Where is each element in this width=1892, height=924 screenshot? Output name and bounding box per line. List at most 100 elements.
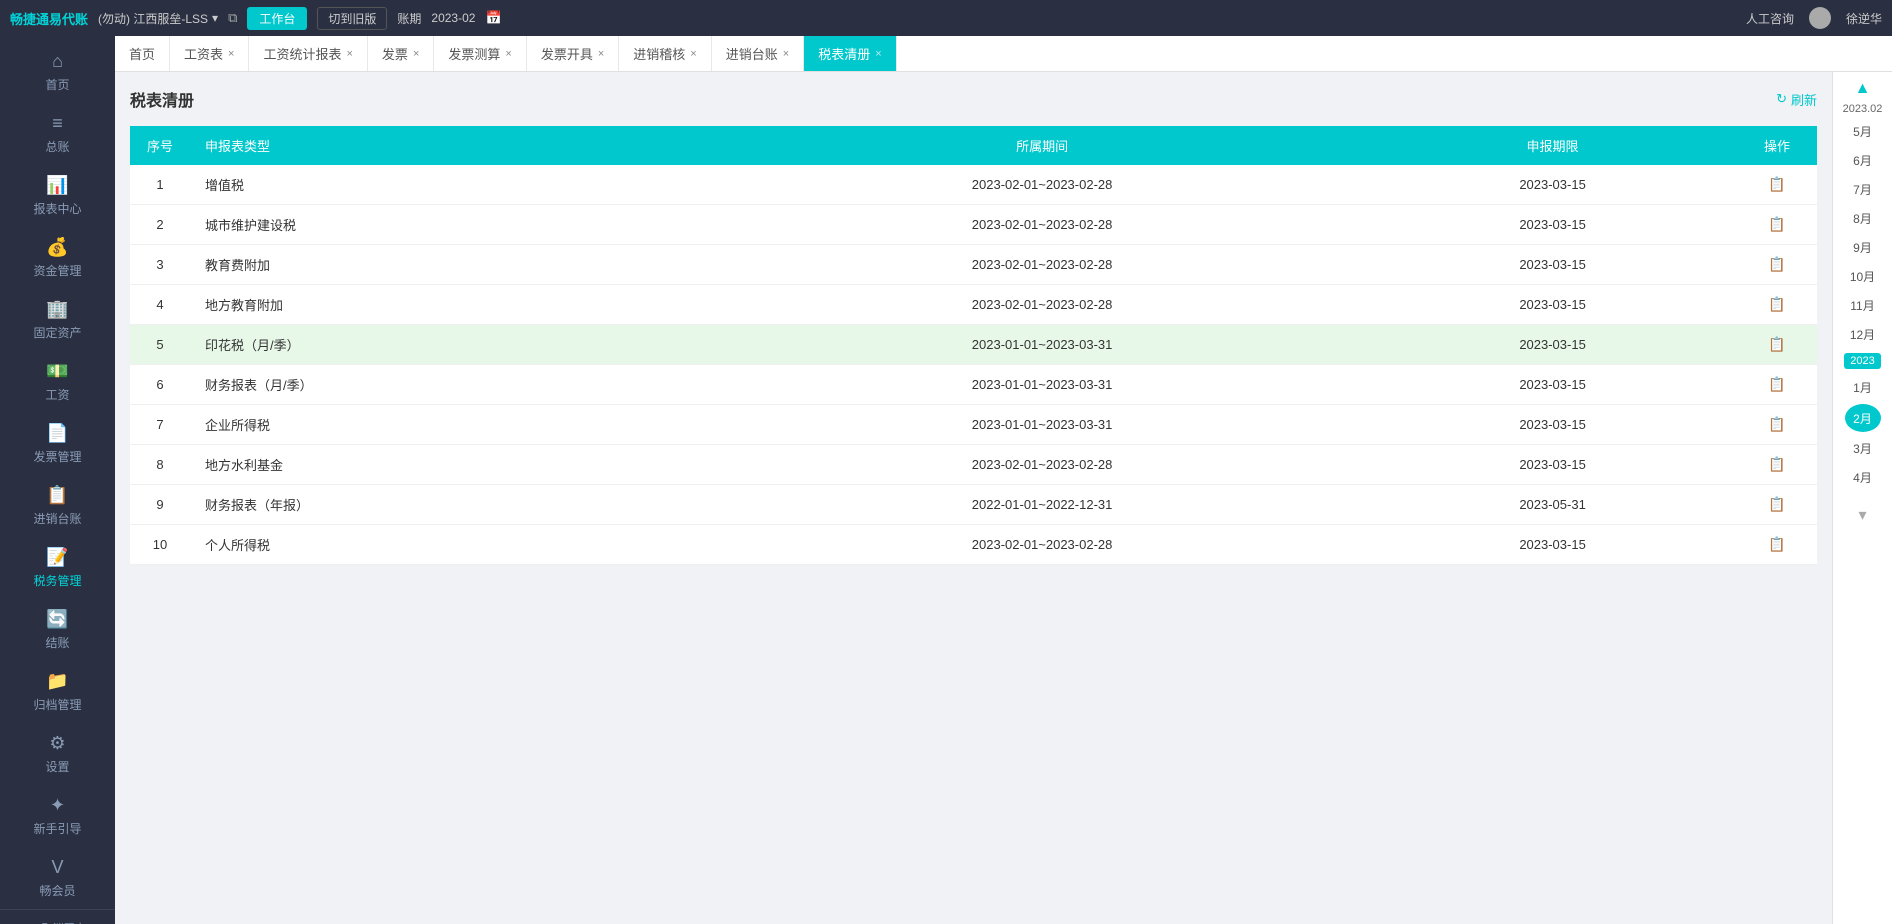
sidebar-item-vip[interactable]: V 畅会员 <box>0 847 115 909</box>
tab-salary[interactable]: 工资表 × <box>170 36 249 71</box>
right-panel: ▲ 2023.02 5月 6月 7月 8月 9月 10月 11月 12月 <box>1832 72 1892 924</box>
report-icon: 📊 <box>46 175 68 196</box>
action-icon[interactable]: 📋 <box>1768 416 1785 432</box>
sidebar-item-label: 税务管理 <box>33 572 81 589</box>
tab-label: 进销稽核 <box>633 44 685 63</box>
cell-no: 1 <box>130 165 190 205</box>
company-selector[interactable]: (勿动) 江西服垒-LSS ▾ <box>98 10 218 27</box>
sidebar-item-settings[interactable]: ⚙ 设置 <box>0 723 115 785</box>
company-dropdown-icon[interactable]: ▾ <box>212 11 218 25</box>
cell-type: 增值税 <box>190 165 716 205</box>
action-icon[interactable]: 📋 <box>1768 296 1785 312</box>
cell-no: 3 <box>130 245 190 285</box>
month-2[interactable]: 2月 <box>1845 404 1881 432</box>
sidebar-item-capital[interactable]: 💰 资金管理 <box>0 227 115 289</box>
cell-deadline: 2023-03-15 <box>1368 525 1737 565</box>
month-9[interactable]: 9月 <box>1833 233 1892 262</box>
month-4[interactable]: 4月 <box>1833 463 1892 492</box>
month-3[interactable]: 3月 <box>1833 434 1892 463</box>
action-icon[interactable]: 📋 <box>1768 176 1785 192</box>
cell-period: 2023-02-01~2023-02-28 <box>716 445 1368 485</box>
refresh-button[interactable]: ↻ 刷新 <box>1776 90 1817 109</box>
action-icon[interactable]: 📋 <box>1768 456 1785 472</box>
tab-close-icon[interactable]: × <box>413 48 419 60</box>
tab-invoice-calc[interactable]: 发票测算 × <box>434 36 526 71</box>
sidebar-item-report[interactable]: 📊 报表中心 <box>0 165 115 227</box>
panel-down-icon[interactable]: ▾ <box>1855 502 1869 528</box>
cell-period: 2023-01-01~2023-03-31 <box>716 405 1368 445</box>
cell-action: 📋 <box>1737 405 1817 445</box>
app-logo: 畅捷通易代账 <box>10 9 88 28</box>
sidebar-item-guide[interactable]: ✦ 新手引导 <box>0 785 115 847</box>
tab-close-icon[interactable]: × <box>598 48 604 60</box>
cell-action: 📋 <box>1737 245 1817 285</box>
tab-close-icon[interactable]: × <box>346 48 352 60</box>
tab-label: 税表清册 <box>818 44 870 63</box>
workspace-button[interactable]: 工作台 <box>247 7 307 30</box>
month-1[interactable]: 1月 <box>1833 373 1892 402</box>
sidebar-item-home[interactable]: ⌂ 首页 <box>0 41 115 103</box>
table-row: 3 教育费附加 2023-02-01~2023-02-28 2023-03-15… <box>130 245 1817 285</box>
cell-action: 📋 <box>1737 205 1817 245</box>
purchase-icon: 📋 <box>46 485 68 506</box>
action-icon[interactable]: 📋 <box>1768 336 1785 352</box>
sidebar-item-label: 报表中心 <box>33 200 81 217</box>
calendar-icon[interactable]: 📅 <box>485 10 501 26</box>
support-button[interactable]: 人工咨询 <box>1746 10 1794 27</box>
month-10[interactable]: 10月 <box>1833 262 1892 291</box>
tab-close-icon[interactable]: × <box>783 48 789 60</box>
cell-type: 城市维护建设税 <box>190 205 716 245</box>
tab-label: 发票 <box>382 44 408 63</box>
sidebar-item-settlement[interactable]: 🔄 结账 <box>0 599 115 661</box>
month-6[interactable]: 6月 <box>1833 146 1892 175</box>
action-icon[interactable]: 📋 <box>1768 256 1785 272</box>
tab-close-icon[interactable]: × <box>228 48 234 60</box>
sidebar-item-invoice[interactable]: 📄 发票管理 <box>0 413 115 475</box>
sidebar-item-salary[interactable]: 💵 工资 <box>0 351 115 413</box>
cell-period: 2023-01-01~2023-03-31 <box>716 325 1368 365</box>
action-icon[interactable]: 📋 <box>1768 216 1785 232</box>
tab-close-icon[interactable]: × <box>690 48 696 60</box>
month-8[interactable]: 8月 <box>1833 204 1892 233</box>
sidebar-item-purchase[interactable]: 📋 进销台账 <box>0 475 115 537</box>
cell-action: 📋 <box>1737 165 1817 205</box>
cell-no: 4 <box>130 285 190 325</box>
copy-icon[interactable]: ⧉ <box>228 10 237 26</box>
sidebar-item-label: 设置 <box>45 758 69 775</box>
tab-close-icon[interactable]: × <box>875 48 881 60</box>
tab-close-icon[interactable]: × <box>505 48 511 60</box>
sidebar-item-assets[interactable]: 🏢 固定资产 <box>0 289 115 351</box>
action-icon[interactable]: 📋 <box>1768 376 1785 392</box>
action-icon[interactable]: 📋 <box>1768 536 1785 552</box>
tab-purchase-review[interactable]: 进销稽核 × <box>619 36 711 71</box>
table-row: 8 地方水利基金 2023-02-01~2023-02-28 2023-03-1… <box>130 445 1817 485</box>
old-version-button[interactable]: 切到旧版 <box>317 7 387 30</box>
sidebar-item-label: 固定资产 <box>33 324 81 341</box>
month-11[interactable]: 11月 <box>1833 291 1892 320</box>
user-name[interactable]: 徐逆华 <box>1846 10 1882 27</box>
cell-period: 2023-02-01~2023-02-28 <box>716 245 1368 285</box>
cell-period: 2023-01-01~2023-03-31 <box>716 365 1368 405</box>
table-row: 1 增值税 2023-02-01~2023-02-28 2023-03-15 📋 <box>130 165 1817 205</box>
tab-salary-report[interactable]: 工资统计报表 × <box>249 36 367 71</box>
month-5[interactable]: 5月 <box>1833 117 1892 146</box>
tab-tax-form[interactable]: 税表清册 × <box>804 36 896 71</box>
sidebar-unpin-button[interactable]: ◁ 取消固定 <box>0 909 115 924</box>
tab-invoice[interactable]: 发票 × <box>368 36 434 71</box>
sidebar-item-archive[interactable]: 📁 归档管理 <box>0 661 115 723</box>
month-12[interactable]: 12月 <box>1833 320 1892 349</box>
tab-home[interactable]: 首页 <box>115 36 170 71</box>
tab-purchase-ledger[interactable]: 进销台账 × <box>712 36 804 71</box>
cell-no: 2 <box>130 205 190 245</box>
month-7[interactable]: 7月 <box>1833 175 1892 204</box>
sidebar-item-ledger[interactable]: ≡ 总账 <box>0 103 115 165</box>
sidebar-item-tax[interactable]: 📝 税务管理 <box>0 537 115 599</box>
cell-period: 2023-02-01~2023-02-28 <box>716 205 1368 245</box>
panel-up-icon[interactable]: ▲ <box>1852 77 1874 101</box>
tab-label: 工资统计报表 <box>263 44 341 63</box>
sidebar-item-label: 归档管理 <box>33 696 81 713</box>
panel-header: 2023.02 <box>1843 101 1883 117</box>
tab-invoice-open[interactable]: 发票开具 × <box>527 36 619 71</box>
action-icon[interactable]: 📋 <box>1768 496 1785 512</box>
cell-deadline: 2023-03-15 <box>1368 325 1737 365</box>
